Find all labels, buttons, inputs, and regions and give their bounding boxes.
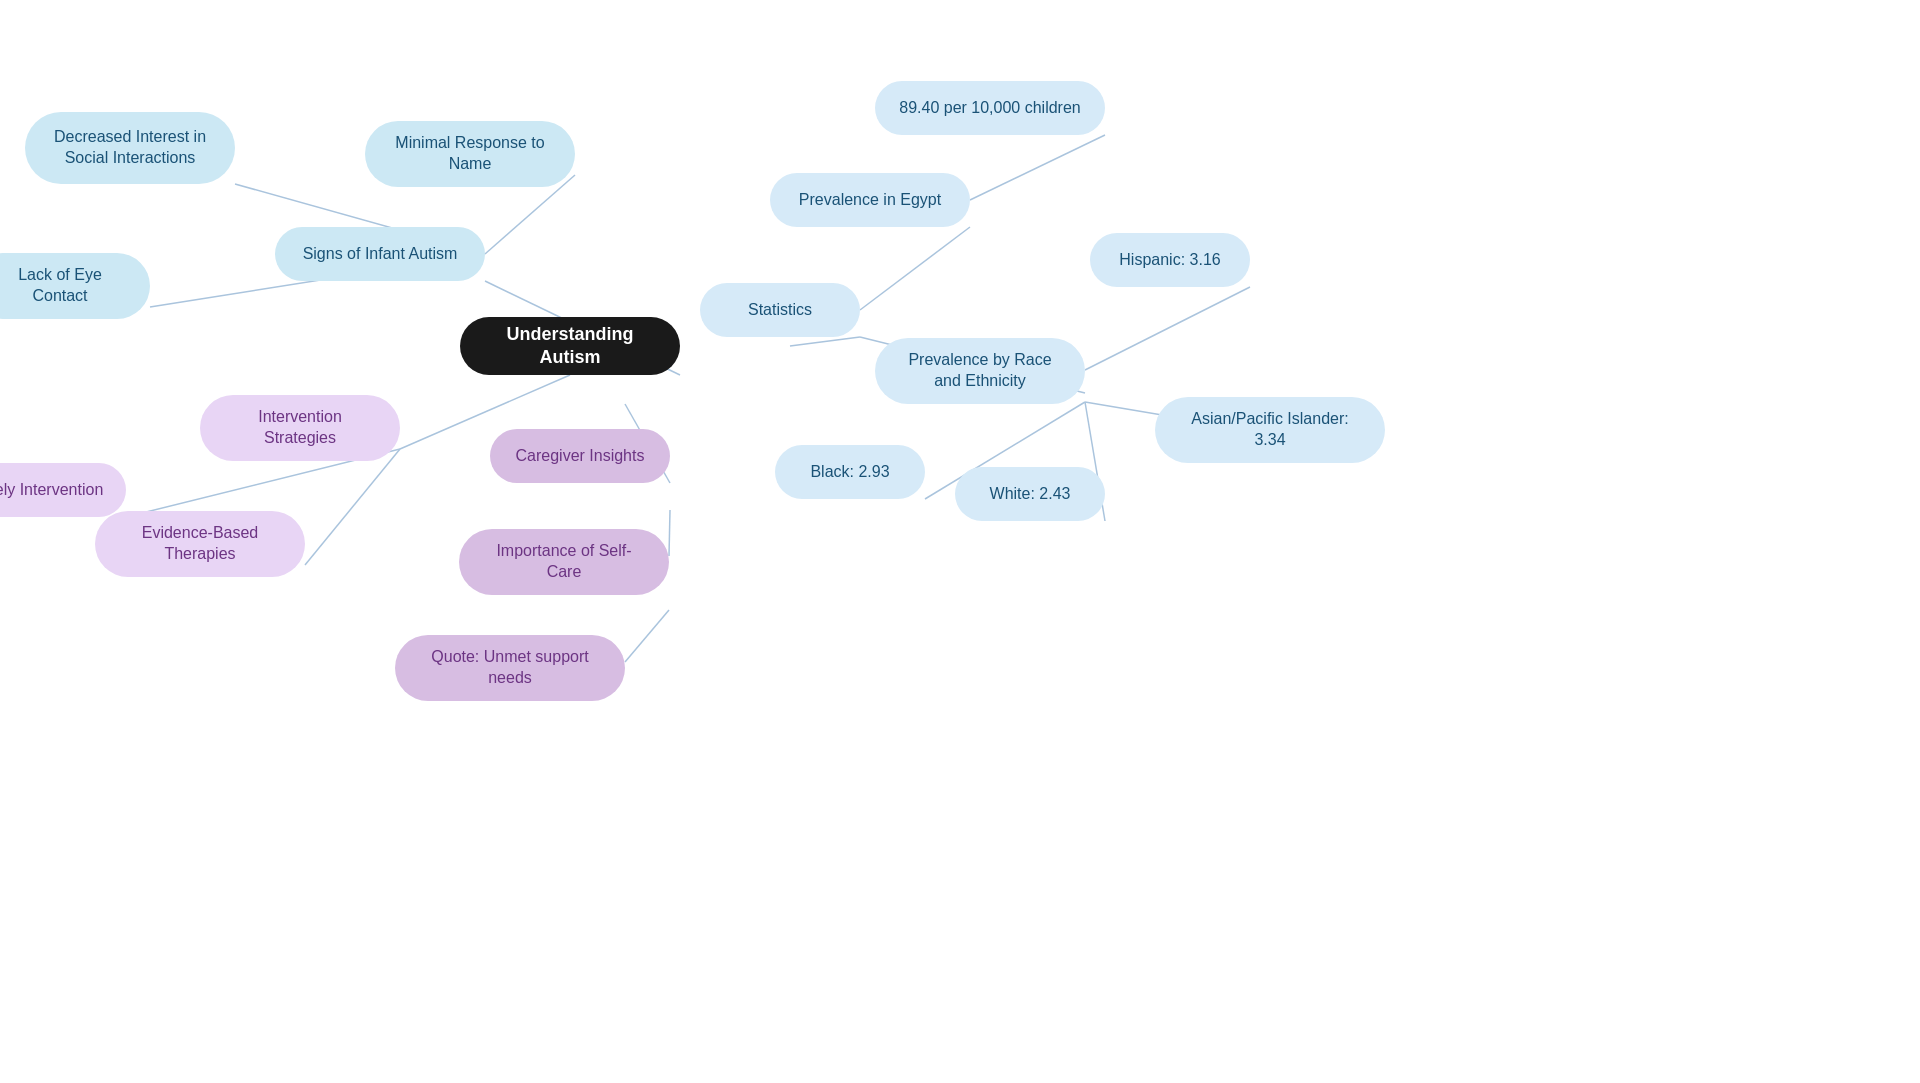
node-black: Black: 2.93 [775, 445, 925, 499]
node-prevalence-race: Prevalence by Race and Ethnicity [875, 338, 1085, 404]
node-importance-selfcare: Importance of Self-Care [459, 529, 669, 595]
mindmap-container: Understanding Autism Signs of Infant Auti… [0, 0, 1920, 1083]
node-hispanic: Hispanic: 3.16 [1090, 233, 1250, 287]
node-caregiver-insights: Caregiver Insights [490, 429, 670, 483]
node-prevalence-egypt: Prevalence in Egypt [770, 173, 970, 227]
svg-line-6 [305, 449, 400, 565]
node-evidence-based: Evidence-Based Therapies [95, 511, 305, 577]
node-per-10000: 89.40 per 10,000 children [875, 81, 1105, 135]
svg-line-11 [860, 227, 970, 310]
svg-line-2 [485, 175, 575, 254]
node-lack-eye: Lack of Eye Contact [0, 253, 150, 319]
svg-line-10 [790, 337, 860, 346]
node-quote-unmet: Quote: Unmet support needs [395, 635, 625, 701]
svg-line-9 [625, 610, 669, 662]
node-asian: Asian/Pacific Islander: 3.34 [1155, 397, 1385, 463]
node-decreased-interest: Decreased Interest in Social Interaction… [25, 112, 235, 184]
node-minimal-response: Minimal Response to Name [365, 121, 575, 187]
node-statistics: Statistics [700, 283, 860, 337]
node-timely-intervention: Timely Intervention [0, 463, 126, 517]
svg-line-12 [970, 135, 1105, 200]
center-node: Understanding Autism [460, 317, 680, 375]
svg-line-14 [1085, 287, 1250, 370]
node-intervention-strategies: Intervention Strategies [200, 395, 400, 461]
node-white: White: 2.43 [955, 467, 1105, 521]
svg-line-8 [669, 510, 670, 556]
node-signs: Signs of Infant Autism [275, 227, 485, 281]
